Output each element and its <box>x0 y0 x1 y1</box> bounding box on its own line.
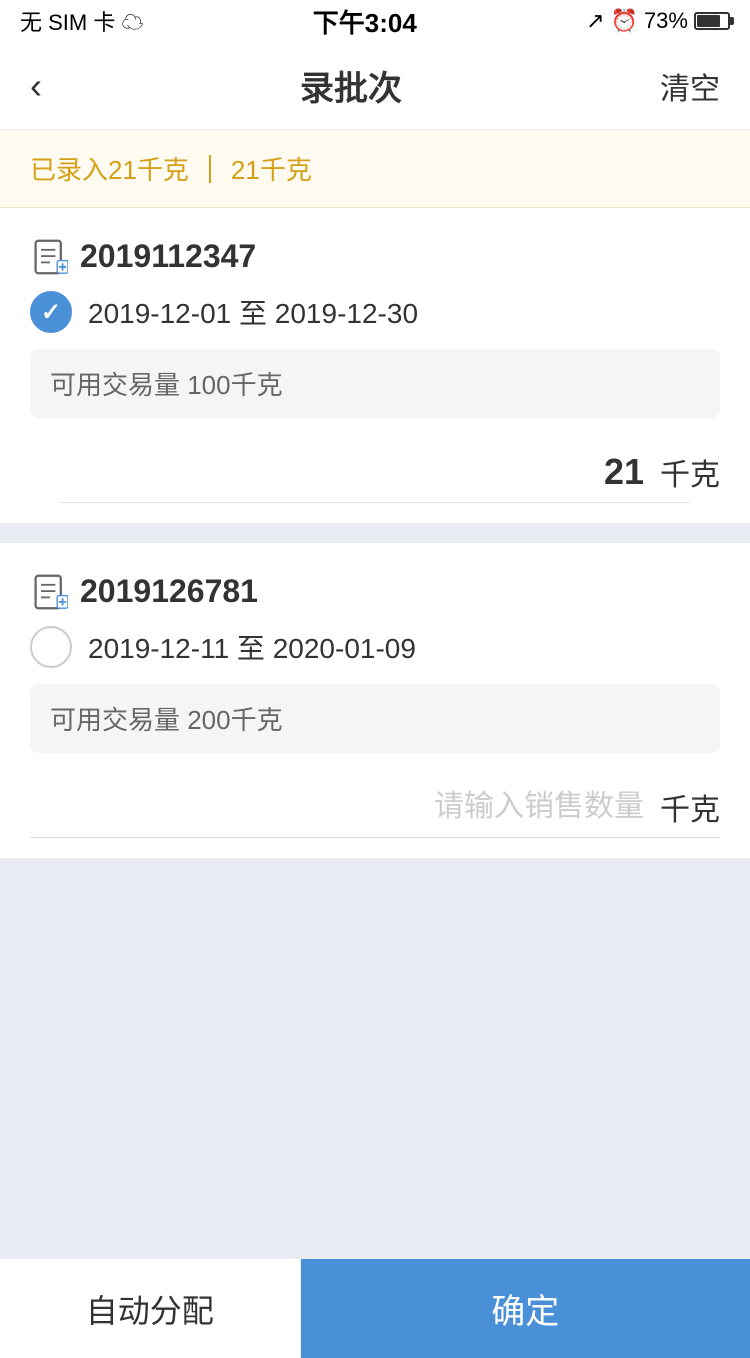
availability-2: 可用交易量 200千克 <box>30 684 720 753</box>
quantity-input-row-2: 千克 <box>30 769 720 838</box>
status-time: 下午3:04 <box>313 3 417 40</box>
battery-percent: 73% <box>644 8 688 34</box>
location-icon: ↗ <box>586 8 604 34</box>
quantity-unit-2: 千克 <box>660 785 720 829</box>
quantity-input-2[interactable] <box>344 790 644 824</box>
recorded-amount: 已录入21千克 <box>30 150 189 187</box>
batch-card-2: 2019126781 2019-12-11 至 2020-01-09 可用交易量… <box>0 543 750 858</box>
radio-2[interactable] <box>30 626 72 668</box>
status-left: 无 SIM 卡 ☁ <box>20 5 143 37</box>
card-divider-1 <box>60 502 690 503</box>
batch-date-1: 2019-12-01 至 2019-12-30 <box>88 292 418 332</box>
batch-header-2: 2019126781 <box>30 573 720 610</box>
document-icon-1 <box>30 239 70 275</box>
quantity-row-1: 21 千克 <box>30 434 720 502</box>
empty-area <box>0 858 750 1258</box>
batch-id-1: 2019112347 <box>80 238 256 275</box>
nav-bar: ‹ 录批次 清空 <box>0 42 750 130</box>
document-icon-2 <box>30 574 70 610</box>
batch-header-1: 2019112347 <box>30 238 720 275</box>
back-button[interactable]: ‹ <box>30 65 42 107</box>
batch-id-2: 2019126781 <box>80 573 258 610</box>
status-bar: 无 SIM 卡 ☁ 下午3:04 ↗ ⏰ 73% <box>0 0 750 42</box>
section-divider <box>0 523 750 543</box>
status-right: ↗ ⏰ 73% <box>586 8 730 34</box>
page-title: 录批次 <box>300 61 402 110</box>
alarm-icon: ⏰ <box>611 8 638 34</box>
batch-card-1: 2019112347 2019-12-01 至 2019-12-30 可用交易量… <box>0 208 750 523</box>
quantity-unit-1: 千克 <box>660 450 720 494</box>
content-area: 2019112347 2019-12-01 至 2019-12-30 可用交易量… <box>0 208 750 1258</box>
info-divider <box>209 155 211 183</box>
availability-1: 可用交易量 100千克 <box>30 349 720 418</box>
bottom-bar: 自动分配 确定 <box>0 1258 750 1358</box>
battery-icon <box>694 12 730 30</box>
radio-1[interactable] <box>30 291 72 333</box>
info-banner: 已录入21千克 21千克 <box>0 130 750 208</box>
clear-button[interactable]: 清空 <box>660 64 720 108</box>
quantity-value-1: 21 <box>604 451 644 493</box>
batch-date-2: 2019-12-11 至 2020-01-09 <box>88 627 416 667</box>
batch-date-row-1: 2019-12-01 至 2019-12-30 <box>30 291 720 333</box>
auto-distribute-button[interactable]: 自动分配 <box>0 1259 301 1358</box>
sim-status: 无 SIM 卡 ☁ <box>20 5 143 37</box>
confirm-button[interactable]: 确定 <box>301 1259 750 1358</box>
batch-date-row-2: 2019-12-11 至 2020-01-09 <box>30 626 720 668</box>
total-amount: 21千克 <box>231 150 312 187</box>
